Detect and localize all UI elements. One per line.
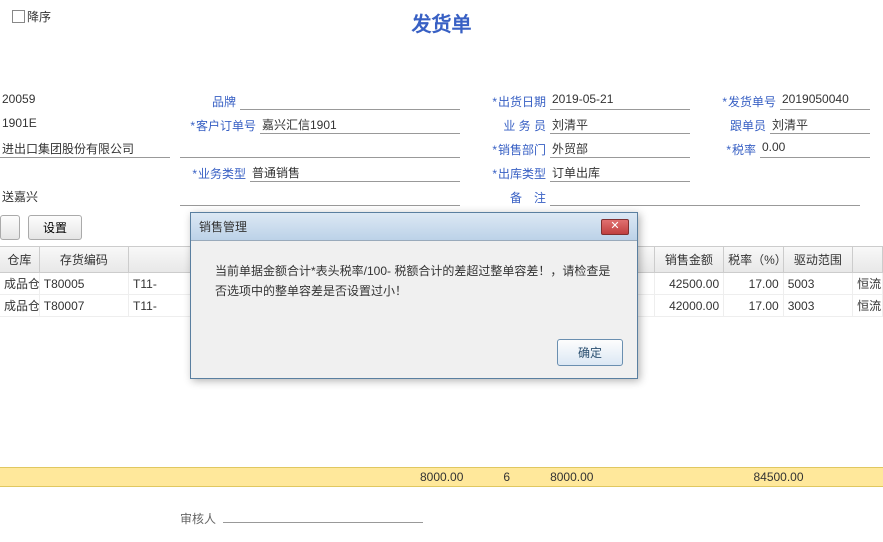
dialog-title: 销售管理 [199,218,247,235]
dialog-message: 当前单据金额合计*表头税率/100- 税额合计的差超过整单容差！，请检查是否选项… [191,241,637,331]
ok-button[interactable]: 确定 [557,339,623,366]
close-icon[interactable]: ✕ [601,219,629,235]
alert-dialog: 销售管理 ✕ 当前单据金额合计*表头税率/100- 税额合计的差超过整单容差！，… [190,212,638,379]
modal-overlay: 销售管理 ✕ 当前单据金额合计*表头税率/100- 税额合计的差超过整单容差！，… [0,0,883,542]
